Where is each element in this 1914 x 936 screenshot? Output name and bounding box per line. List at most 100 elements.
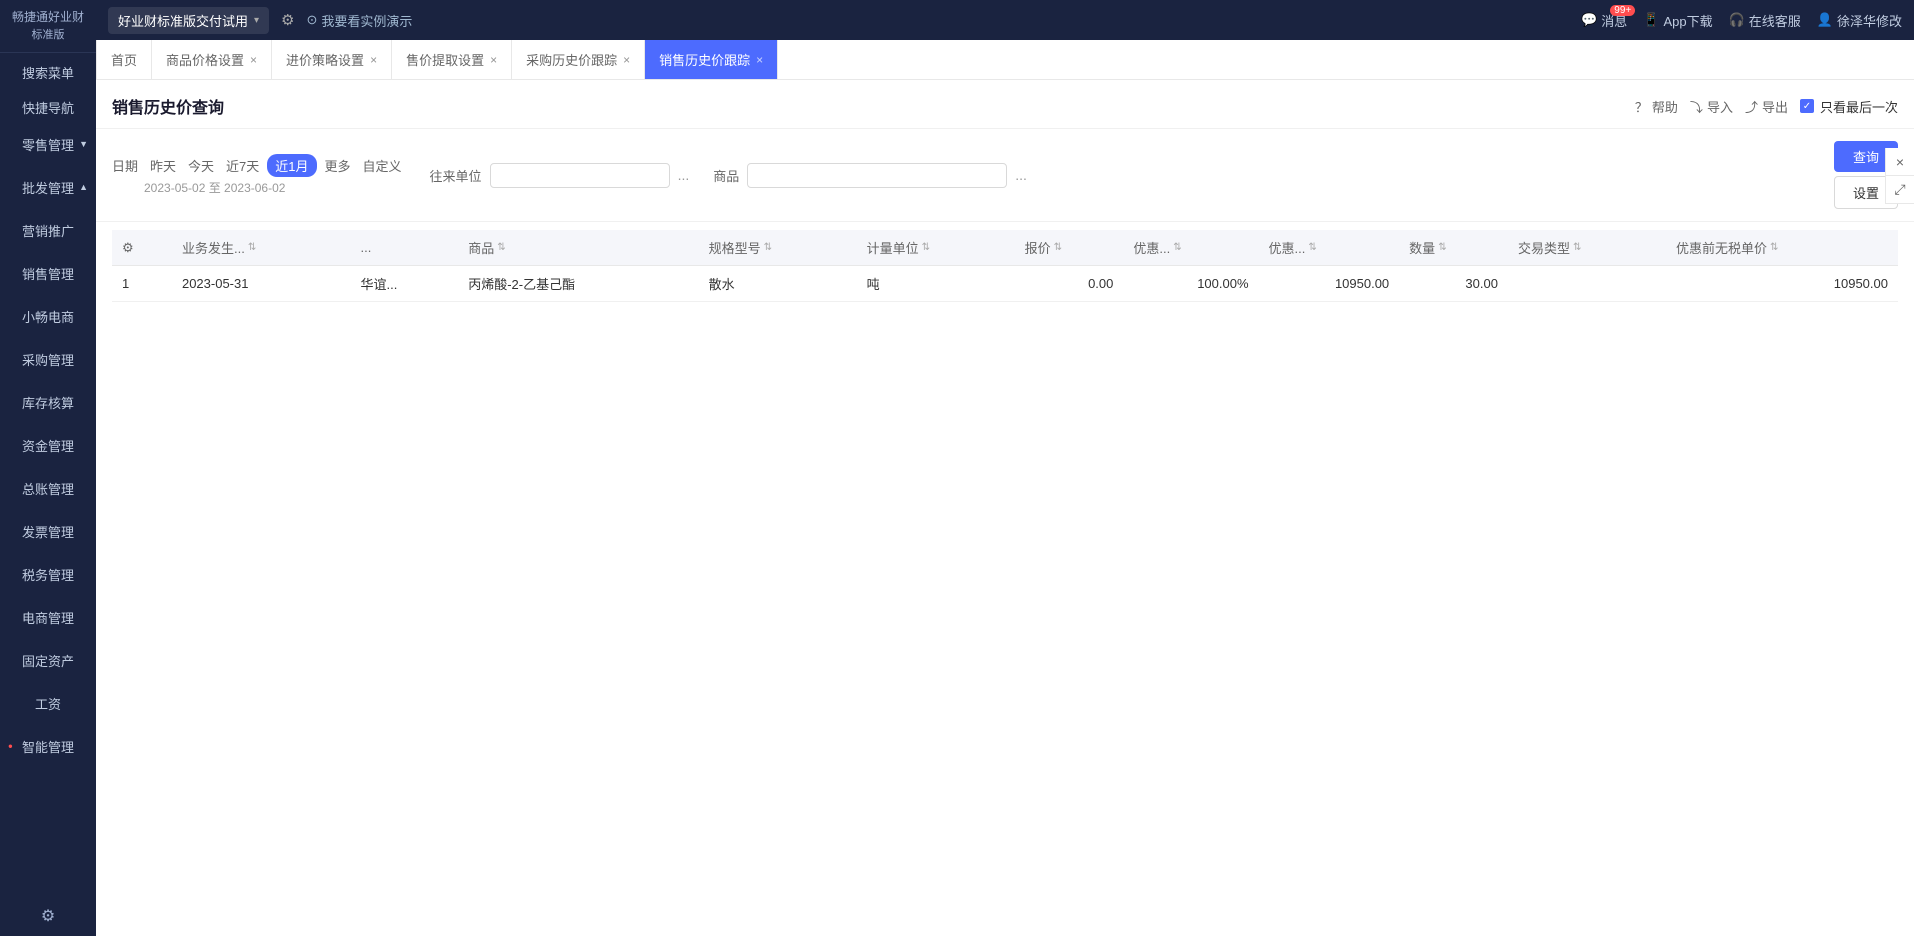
date-option-yesterday[interactable]: 昨天 — [146, 154, 180, 177]
product-input[interactable] — [747, 163, 1007, 188]
tab-purchase-history[interactable]: 采购历史价跟踪 × — [512, 40, 645, 80]
col-biz-date-sort[interactable]: 业务发生... ⇅ — [182, 238, 341, 257]
tab-sale-extract[interactable]: 售价提取设置 × — [392, 40, 512, 80]
sidebar-item-quicknav[interactable]: 快捷导航 — [0, 92, 96, 123]
demo-label: 我要看实例演示 — [321, 11, 412, 30]
col-more[interactable]: ... — [351, 230, 459, 266]
tab-product-price-label: 商品价格设置 — [166, 50, 244, 69]
col-unit[interactable]: 计量单位 ⇅ — [857, 230, 1015, 266]
help-button[interactable]: ？ 帮助 — [1635, 97, 1678, 116]
export-button[interactable]: ⤴ 导出 — [1745, 97, 1788, 116]
date-option-7days[interactable]: 近7天 — [222, 154, 263, 177]
tab-sale-extract-close[interactable]: × — [490, 53, 497, 67]
col-quantity-label: 数量 — [1409, 238, 1435, 257]
cell-unit: 吨 — [857, 266, 1015, 302]
col-spec[interactable]: 规格型号 ⇅ — [699, 230, 857, 266]
sidebar-item-finance[interactable]: 资金管理 — [0, 424, 96, 467]
date-option-custom[interactable]: 自定义 — [359, 154, 406, 177]
sidebar-item-ecom-small[interactable]: 小畅电商 — [0, 295, 96, 338]
col-trade-type[interactable]: 交易类型 ⇅ — [1508, 230, 1666, 266]
sidebar-item-retail[interactable]: 零售管理 — [0, 123, 96, 166]
tab-purchase-strategy-label: 进价策略设置 — [286, 50, 364, 69]
product-filter: 商品 ... — [713, 163, 1027, 188]
tab-product-price-close[interactable]: × — [250, 53, 257, 67]
source-unit-filter: 往来单位 ... — [430, 163, 690, 188]
col-discount2-sort[interactable]: 优惠... ⇅ — [1269, 238, 1390, 257]
sidebar-item-payroll[interactable]: 工资 — [0, 682, 96, 725]
sidebar-item-purchase[interactable]: 采购管理 — [0, 338, 96, 381]
col-pretax-price[interactable]: 优惠前无税单价 ⇅ — [1666, 230, 1898, 266]
sidebar-item-inventory[interactable]: 库存核算 — [0, 381, 96, 424]
col-trade-type-label: 交易类型 — [1518, 238, 1570, 257]
col-trade-type-sort[interactable]: 交易类型 ⇅ — [1518, 238, 1656, 257]
module-selector[interactable]: 好业财标准版交付试用 ▾ — [108, 7, 269, 34]
sort-icon-unit: ⇅ — [922, 242, 930, 253]
col-discount1[interactable]: 优惠... ⇅ — [1123, 230, 1258, 266]
col-pretax-price-label: 优惠前无税单价 — [1676, 238, 1767, 257]
date-option-1month[interactable]: 近1月 — [267, 154, 316, 177]
message-button[interactable]: 💬 消息 99+ — [1581, 11, 1627, 30]
col-price[interactable]: 报价 ⇅ — [1015, 230, 1124, 266]
col-quantity-sort[interactable]: 数量 ⇅ — [1409, 238, 1498, 257]
app-download-icon: 📱 — [1643, 12, 1659, 28]
app-download-button[interactable]: 📱 App下载 — [1643, 11, 1712, 30]
sidebar-item-search[interactable]: 搜索菜单 — [0, 53, 96, 92]
tab-purchase-strategy-close[interactable]: × — [370, 53, 377, 67]
sidebar-item-sales[interactable]: 销售管理 — [0, 252, 96, 295]
tab-purchase-history-close[interactable]: × — [623, 53, 630, 67]
tab-home[interactable]: 首页 — [96, 40, 152, 80]
col-spec-sort[interactable]: 规格型号 ⇅ — [709, 238, 847, 257]
date-option-more[interactable]: 更多 — [321, 154, 355, 177]
sidebar-item-ecom[interactable]: 电商管理 — [0, 596, 96, 639]
app-edition: 标准版 — [8, 26, 88, 42]
import-icon: ⤵ — [1690, 97, 1703, 116]
online-service-button[interactable]: 🎧 在线客服 — [1729, 11, 1801, 30]
export-label: 导出 — [1762, 97, 1788, 116]
tab-sales-history-close[interactable]: × — [756, 53, 763, 67]
product-dots-button[interactable]: ... — [1015, 167, 1027, 183]
col-discount1-sort[interactable]: 优惠... ⇅ — [1133, 238, 1248, 257]
sidebar-item-smart[interactable]: 智能管理 — [0, 725, 96, 768]
col-price-sort[interactable]: 报价 ⇅ — [1025, 238, 1114, 257]
tab-purchase-strategy[interactable]: 进价策略设置 × — [272, 40, 392, 80]
sidebar-item-assets[interactable]: 固定资产 — [0, 639, 96, 682]
table-row: 1 2023-05-31 华谊... 丙烯酸-2-乙基己酯 散水 吨 0.00 … — [112, 266, 1898, 302]
col-gear[interactable]: ⚙ — [112, 230, 172, 266]
col-product[interactable]: 商品 ⇅ — [458, 230, 698, 266]
sidebar-item-tax[interactable]: 税务管理 — [0, 553, 96, 596]
close-panel-button[interactable]: × — [1886, 148, 1914, 176]
source-unit-input[interactable] — [490, 163, 670, 188]
only-last-checkbox[interactable]: ✓ 只看最后一次 — [1800, 97, 1898, 116]
sidebar-item-wholesale[interactable]: 批发管理 — [0, 166, 96, 209]
col-price-label: 报价 — [1025, 238, 1051, 257]
sidebar-settings-icon[interactable]: ⚙ — [8, 906, 88, 926]
date-option-today[interactable]: 今天 — [184, 154, 218, 177]
sidebar-item-marketing[interactable]: 营销推广 — [0, 209, 96, 252]
import-button[interactable]: ⤵ 导入 — [1690, 97, 1733, 116]
sidebar-item-invoice[interactable]: 发票管理 — [0, 510, 96, 553]
col-discount2-label: 优惠... — [1269, 238, 1306, 257]
sidebar-item-ledger[interactable]: 总账管理 — [0, 467, 96, 510]
tab-sales-history[interactable]: 销售历史价跟踪 × — [645, 40, 778, 80]
expand-panel-button[interactable]: ⤢ — [1886, 176, 1914, 204]
sidebar-bottom: ⚙ — [0, 896, 96, 936]
col-discount2[interactable]: 优惠... ⇅ — [1259, 230, 1400, 266]
col-product-sort[interactable]: 商品 ⇅ — [468, 238, 688, 257]
panel-controls: × ⤢ — [1885, 148, 1914, 204]
demo-button[interactable]: 我要看实例演示 — [307, 11, 413, 30]
col-biz-date[interactable]: 业务发生... ⇅ — [172, 230, 351, 266]
only-last-label: 只看最后一次 — [1820, 97, 1898, 116]
topbar-settings-button[interactable]: ⚙ — [277, 7, 298, 33]
product-label: 商品 — [713, 166, 739, 185]
date-options: 昨天 今天 近7天 近1月 更多 自定义 — [146, 154, 406, 177]
data-table-container: ⚙ 业务发生... ⇅ ... 商品 — [96, 230, 1914, 302]
col-quantity[interactable]: 数量 ⇅ — [1399, 230, 1508, 266]
cell-discount1: 100.00% — [1123, 266, 1258, 302]
col-pretax-price-sort[interactable]: 优惠前无税单价 ⇅ — [1676, 238, 1888, 257]
col-product-label: 商品 — [468, 238, 494, 257]
tab-product-price[interactable]: 商品价格设置 × — [152, 40, 272, 80]
source-unit-dots-button[interactable]: ... — [678, 167, 690, 183]
checkbox-checked-icon: ✓ — [1800, 99, 1814, 113]
col-unit-sort[interactable]: 计量单位 ⇅ — [867, 238, 1005, 257]
user-profile-button[interactable]: 👤 徐泽华修改 — [1817, 11, 1902, 30]
